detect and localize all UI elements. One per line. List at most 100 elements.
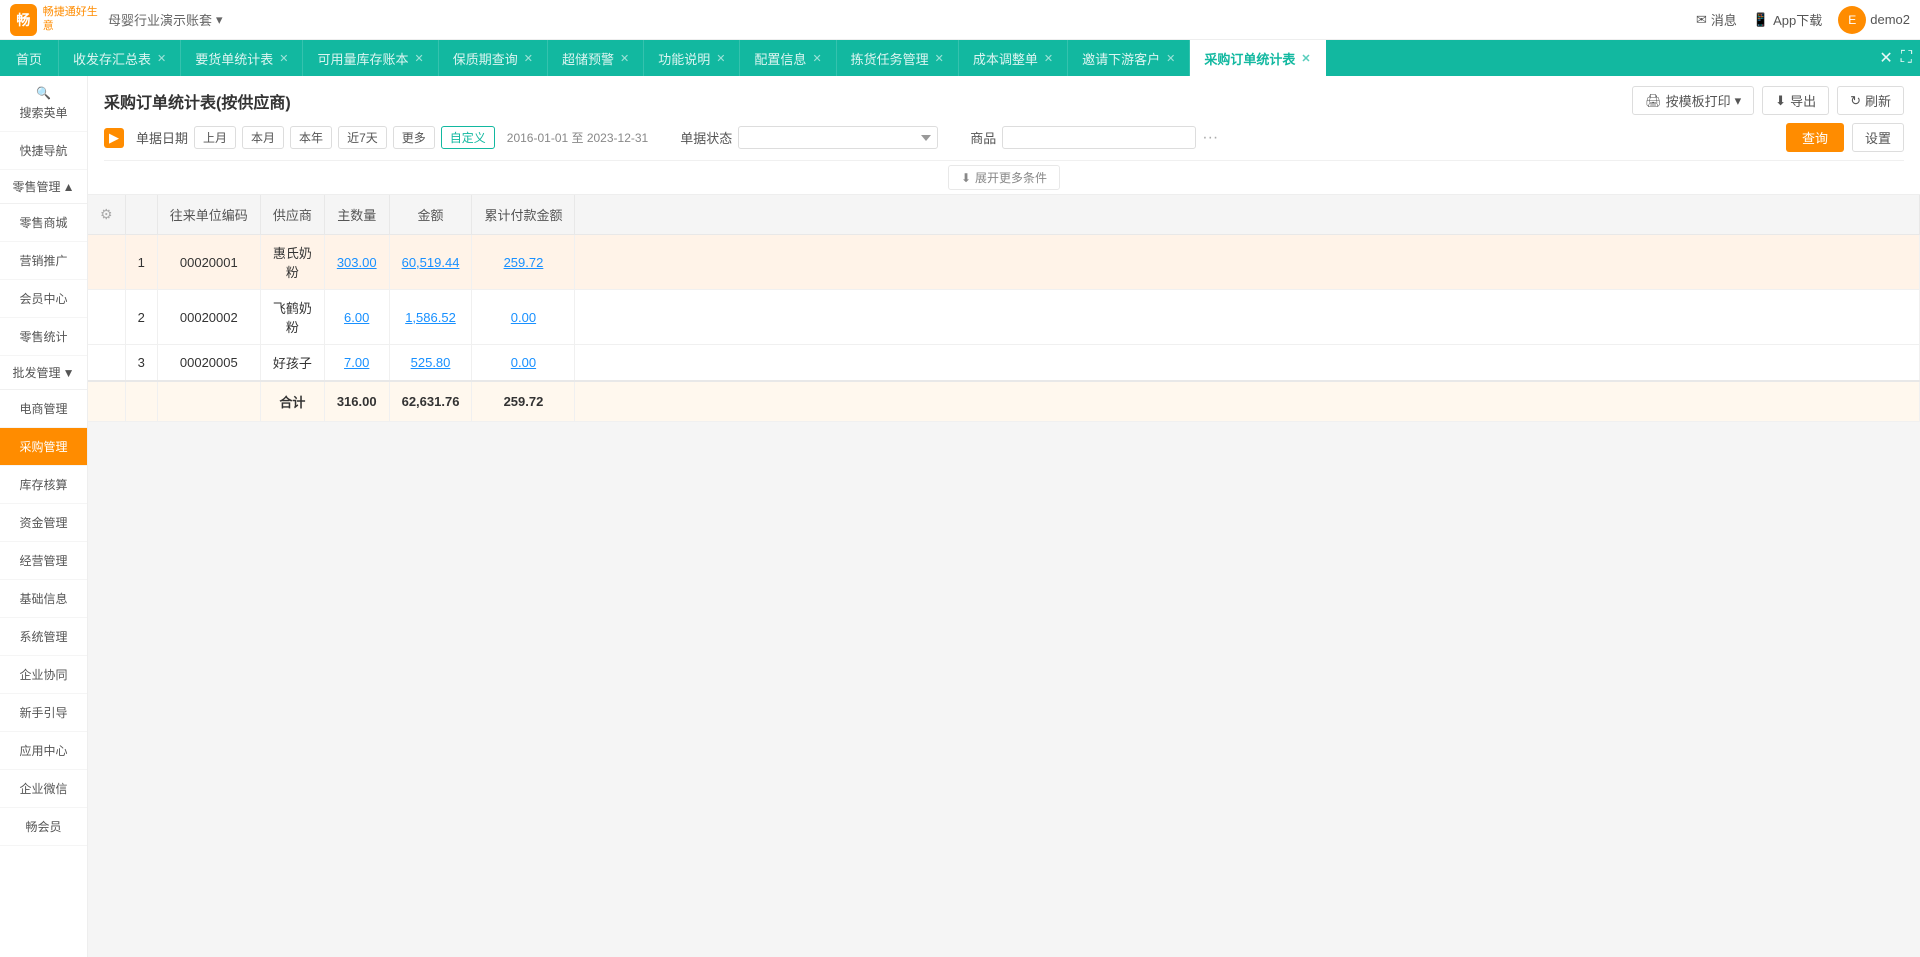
sidebar-item-retail-stats[interactable]: 零售统计 <box>0 318 87 356</box>
tab-label: 要货单统计表 <box>195 49 273 68</box>
sidebar-item-purchase[interactable]: 采购管理 <box>0 428 87 466</box>
marketing-label: 营销推广 <box>19 252 67 269</box>
sidebar-item-member-center[interactable]: 会员中心 <box>0 280 87 318</box>
date-btn-7days[interactable]: 近7天 <box>338 126 387 149</box>
tab-baozhi[interactable]: 保质期查询 ✕ <box>439 40 548 76</box>
tab-close-icon[interactable]: ✕ <box>524 52 533 65</box>
tab-yaoqing[interactable]: 邀请下游客户 ✕ <box>1068 40 1190 76</box>
sidebar-item-base-info[interactable]: 基础信息 <box>0 580 87 618</box>
sidebar-item-system-mgmt[interactable]: 系统管理 <box>0 618 87 656</box>
tab-close-icon[interactable]: ✕ <box>1166 52 1175 65</box>
tab-tuohuo[interactable]: 拣货任务管理 ✕ <box>837 40 959 76</box>
sidebar-item-new-guide[interactable]: 新手引导 <box>0 694 87 732</box>
col-spacer <box>575 195 1920 235</box>
tab-shoufaHuizong[interactable]: 收发存汇总表 ✕ <box>59 40 181 76</box>
system-mgmt-label: 系统管理 <box>19 628 67 645</box>
tab-close-icon[interactable]: ✕ <box>157 52 166 65</box>
breadcrumb-select[interactable]: 母婴行业演示账套 ▾ <box>108 10 223 29</box>
status-select[interactable] <box>738 126 938 149</box>
sidebar-item-retail-store[interactable]: 零售商城 <box>0 204 87 242</box>
nav-tabs: 首页 收发存汇总表 ✕ 要货单统计表 ✕ 可用量库存账本 ✕ 保质期查询 ✕ 超… <box>0 40 1920 76</box>
sidebar-item-app-center[interactable]: 应用中心 <box>0 732 87 770</box>
tab-yaohuoDanTongji[interactable]: 要货单统计表 ✕ <box>181 40 303 76</box>
toggle-expand-btn[interactable]: ▶ <box>104 128 124 148</box>
row-main-qty[interactable]: 6.00 <box>324 290 389 345</box>
sidebar-item-ecommerce[interactable]: 电商管理 <box>0 390 87 428</box>
tab-label: 成本调整单 <box>973 49 1038 68</box>
user-area[interactable]: E demo2 <box>1838 6 1910 34</box>
date-btn-custom[interactable]: 自定义 <box>441 126 495 149</box>
settings-button[interactable]: 设置 <box>1852 123 1904 152</box>
breadcrumb-area: 母婴行业演示账套 ▾ <box>98 10 1696 29</box>
col-settings[interactable]: ⚙ <box>88 195 125 235</box>
tab-close-icon[interactable]: ✕ <box>812 52 821 65</box>
tab-close-icon[interactable]: ✕ <box>935 52 944 65</box>
goods-more-icon[interactable]: ··· <box>1202 129 1218 147</box>
query-button[interactable]: 查询 <box>1786 123 1844 152</box>
member-label: 畅会员 <box>25 818 61 835</box>
table-row: 2 00020002 飞鹤奶粉 6.00 1,586.52 0.00 <box>88 290 1920 345</box>
sidebar-item-enterprise-wechat[interactable]: 企业微信 <box>0 770 87 808</box>
member-center-label: 会员中心 <box>19 290 67 307</box>
tab-label: 配置信息 <box>754 49 806 68</box>
date-btn-this-year[interactable]: 本年 <box>290 126 332 149</box>
tab-label: 功能说明 <box>658 49 710 68</box>
sidebar-item-operations[interactable]: 经营管理 <box>0 542 87 580</box>
tab-close-icon[interactable]: ✕ <box>415 52 424 65</box>
sidebar-item-marketing[interactable]: 营销推广 <box>0 242 87 280</box>
export-button[interactable]: ⬇ 导出 <box>1762 86 1829 115</box>
sidebar-item-quicknav[interactable]: 快捷导航 <box>0 132 87 170</box>
retail-stats-label: 零售统计 <box>19 328 67 345</box>
nav-close-all-icon[interactable]: ✕ <box>1879 48 1892 68</box>
goods-input[interactable] <box>1002 126 1196 149</box>
tab-keyongliang[interactable]: 可用量库存账本 ✕ <box>303 40 438 76</box>
tab-close-icon[interactable]: ✕ <box>620 52 629 65</box>
tab-home[interactable]: 首页 <box>0 40 59 76</box>
tab-close-icon[interactable]: ✕ <box>279 52 288 65</box>
expand-more-button[interactable]: ⬇ 展开更多条件 <box>948 165 1060 190</box>
row-cumulative-paid[interactable]: 0.00 <box>472 290 575 345</box>
print-button[interactable]: 🖨 按模板打印 ▾ <box>1632 86 1754 115</box>
col-unit-code: 往来单位编码 <box>157 195 260 235</box>
tab-close-icon[interactable]: ✕ <box>716 52 725 65</box>
tab-peizhi[interactable]: 配置信息 ✕ <box>740 40 836 76</box>
tab-close-icon[interactable]: ✕ <box>1044 52 1053 65</box>
footer-spacer <box>575 381 1920 422</box>
row-cumulative-paid[interactable]: 259.72 <box>472 235 575 290</box>
row-spacer <box>575 290 1920 345</box>
row-amount[interactable]: 1,586.52 <box>389 290 472 345</box>
col-supplier: 供应商 <box>260 195 324 235</box>
sidebar-item-search[interactable]: 🔍 搜索英单 <box>0 76 87 132</box>
date-btn-this-month[interactable]: 本月 <box>242 126 284 149</box>
nav-restore-icon[interactable]: ⛶ <box>1901 49 1912 67</box>
tab-gongneng[interactable]: 功能说明 ✕ <box>644 40 740 76</box>
footer-seq-cell <box>125 381 157 422</box>
sidebar-item-inventory[interactable]: 库存核算 <box>0 466 87 504</box>
col-cumulative-paid: 累计付款金额 <box>472 195 575 235</box>
tab-close-icon[interactable]: ✕ <box>1301 52 1310 65</box>
sidebar-item-member[interactable]: 畅会员 <box>0 808 87 846</box>
row-main-qty[interactable]: 7.00 <box>324 345 389 382</box>
tab-caigou-active[interactable]: 采购订单统计表 ✕ <box>1190 40 1325 76</box>
date-btn-last-month[interactable]: 上月 <box>194 126 236 149</box>
app-download-button[interactable]: 📱 App下载 <box>1753 10 1822 29</box>
wholesale-mgmt-label: 批发管理 <box>13 364 61 381</box>
message-button[interactable]: ✉ 消息 <box>1696 10 1737 29</box>
tab-chaochuyujing[interactable]: 超储预警 ✕ <box>548 40 644 76</box>
row-amount[interactable]: 60,519.44 <box>389 235 472 290</box>
tab-chengben[interactable]: 成本调整单 ✕ <box>959 40 1068 76</box>
refresh-button[interactable]: ↻ 刷新 <box>1837 86 1904 115</box>
row-seq: 3 <box>125 345 157 382</box>
sidebar-item-enterprise-collab[interactable]: 企业协同 <box>0 656 87 694</box>
footer-label: 合计 <box>260 381 324 422</box>
logo-icon: 畅 <box>10 4 37 36</box>
row-main-qty[interactable]: 303.00 <box>324 235 389 290</box>
date-btn-more[interactable]: 更多 <box>393 126 435 149</box>
sidebar-item-finance[interactable]: 资金管理 <box>0 504 87 542</box>
row-cumulative-paid[interactable]: 0.00 <box>472 345 575 382</box>
app-center-label: 应用中心 <box>19 742 67 759</box>
search-label: 搜索英单 <box>19 104 67 121</box>
row-amount[interactable]: 525.80 <box>389 345 472 382</box>
sidebar-item-retail-mgmt[interactable]: 零售管理 ▲ <box>0 170 87 204</box>
sidebar-item-wholesale-mgmt[interactable]: 批发管理 ▼ <box>0 356 87 390</box>
